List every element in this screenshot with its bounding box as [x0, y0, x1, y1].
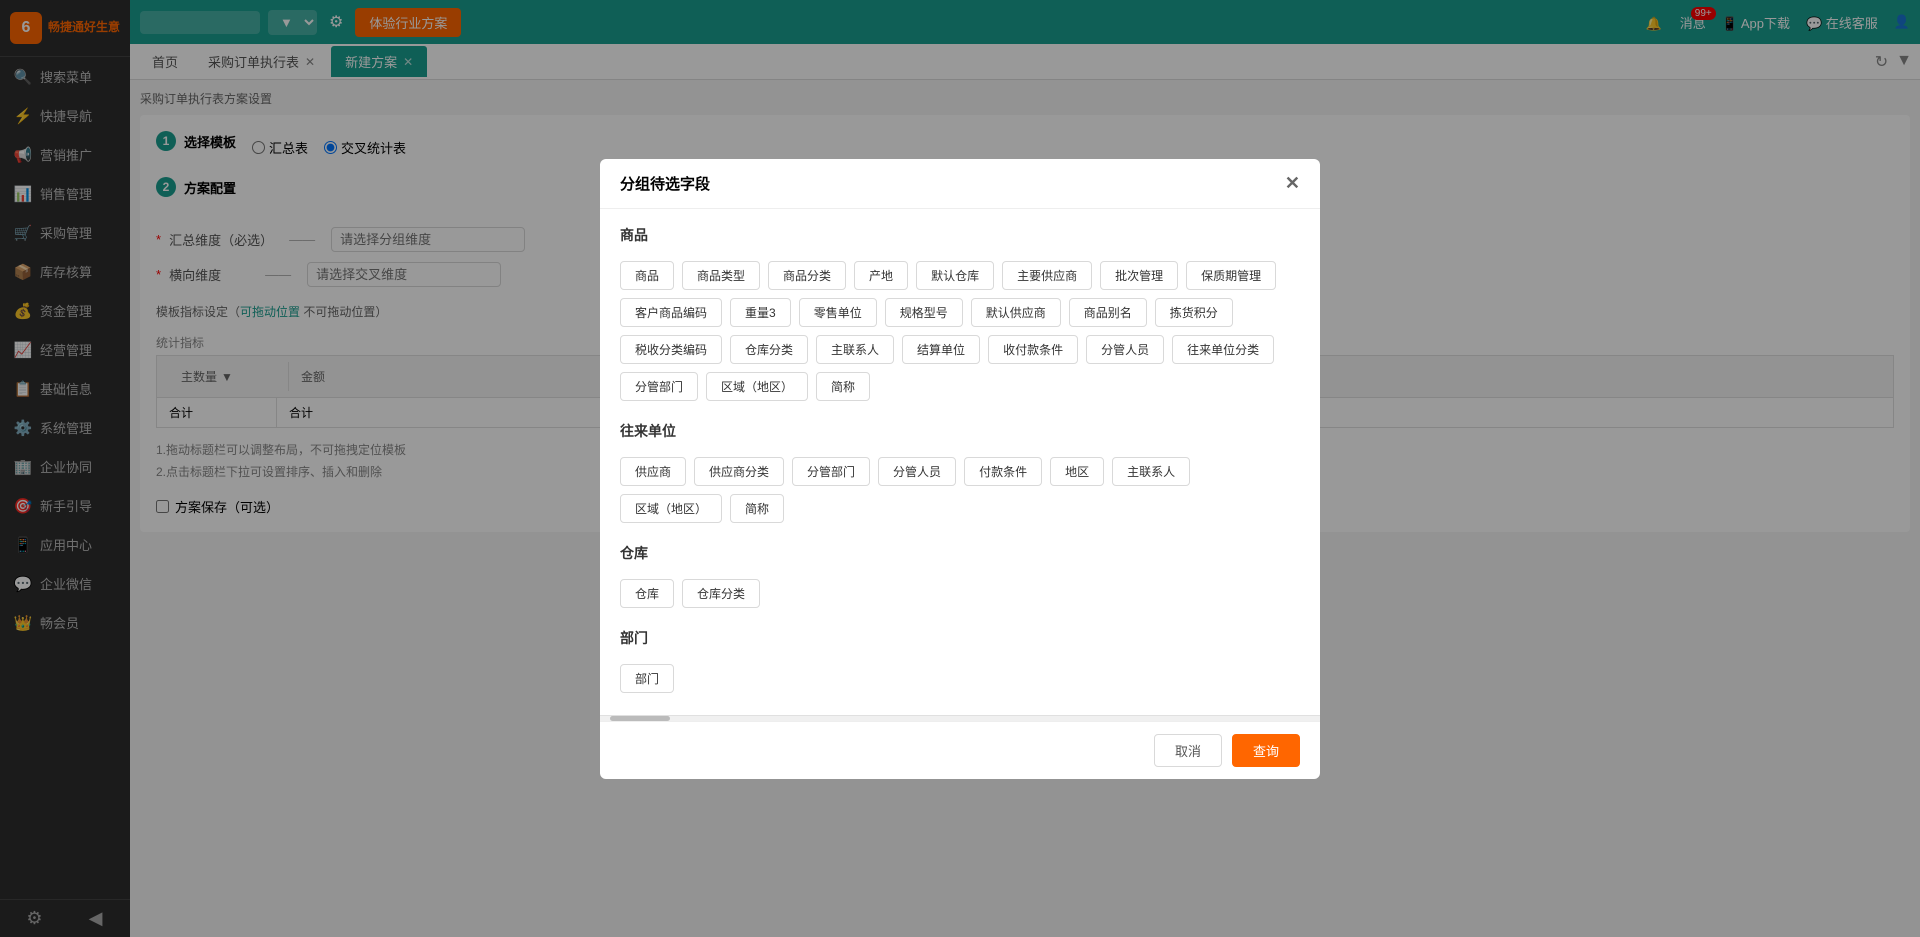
chip-region2[interactable]: 区域（地区） [620, 494, 722, 523]
chip-partner-dept[interactable]: 分管部门 [792, 457, 870, 486]
section-product-title: 商品 [620, 225, 1300, 251]
chip-tax-code[interactable]: 税收分类编码 [620, 335, 722, 364]
chip-warehouse-cat2[interactable]: 仓库分类 [682, 579, 760, 608]
chip-product-type[interactable]: 商品类型 [682, 261, 760, 290]
chip-dept[interactable]: 分管部门 [620, 372, 698, 401]
chip-abbr[interactable]: 简称 [816, 372, 870, 401]
modal-footer: 取消 查询 [600, 721, 1320, 779]
chip-payment-terms[interactable]: 收付款条件 [988, 335, 1078, 364]
chip-product-category[interactable]: 商品分类 [768, 261, 846, 290]
field-select-modal: 分组待选字段 ✕ 商品 商品 商品类型 商品分类 产地 默认仓库 主要供应商 批… [600, 159, 1320, 779]
section-partner: 往来单位 供应商 供应商分类 分管部门 分管人员 付款条件 地区 主联系人 区域… [620, 421, 1300, 523]
chip-department[interactable]: 部门 [620, 664, 674, 693]
section-department-title: 部门 [620, 628, 1300, 654]
chip-weight3[interactable]: 重量3 [730, 298, 791, 327]
chip-partner-category[interactable]: 往来单位分类 [1172, 335, 1274, 364]
confirm-button[interactable]: 查询 [1232, 734, 1300, 767]
chip-batch-mgmt[interactable]: 批次管理 [1100, 261, 1178, 290]
section-warehouse-title: 仓库 [620, 543, 1300, 569]
chip-customer-code[interactable]: 客户商品编码 [620, 298, 722, 327]
chip-default-supplier[interactable]: 默认供应商 [971, 298, 1061, 327]
section-warehouse: 仓库 仓库 仓库分类 [620, 543, 1300, 608]
chip-main-supplier[interactable]: 主要供应商 [1002, 261, 1092, 290]
section-partner-chips: 供应商 供应商分类 分管部门 分管人员 付款条件 地区 主联系人 区域（地区） … [620, 457, 1300, 523]
chip-supervisor[interactable]: 分管人员 [1086, 335, 1164, 364]
section-department: 部门 部门 [620, 628, 1300, 693]
cancel-button[interactable]: 取消 [1154, 734, 1222, 767]
chip-product[interactable]: 商品 [620, 261, 674, 290]
scrollbar-thumb [610, 716, 670, 721]
modal-body[interactable]: 商品 商品 商品类型 商品分类 产地 默认仓库 主要供应商 批次管理 保质期管理… [600, 209, 1320, 715]
chip-supplier-cat[interactable]: 供应商分类 [694, 457, 784, 486]
chip-warehouse-cat[interactable]: 仓库分类 [730, 335, 808, 364]
section-warehouse-chips: 仓库 仓库分类 [620, 579, 1300, 608]
modal-close-btn[interactable]: ✕ [1285, 173, 1300, 194]
modal-title: 分组待选字段 [620, 173, 710, 194]
chip-supplier[interactable]: 供应商 [620, 457, 686, 486]
chip-retail-unit[interactable]: 零售单位 [799, 298, 877, 327]
modal-header: 分组待选字段 ✕ [600, 159, 1320, 209]
chip-partner-supervisor[interactable]: 分管人员 [878, 457, 956, 486]
modal-overlay: 分组待选字段 ✕ 商品 商品 商品类型 商品分类 产地 默认仓库 主要供应商 批… [0, 0, 1920, 937]
section-product: 商品 商品 商品类型 商品分类 产地 默认仓库 主要供应商 批次管理 保质期管理… [620, 225, 1300, 401]
chip-payment-cond[interactable]: 付款条件 [964, 457, 1042, 486]
chip-main-contact[interactable]: 主联系人 [816, 335, 894, 364]
chip-warehouse[interactable]: 仓库 [620, 579, 674, 608]
modal-horizontal-scrollbar[interactable] [600, 715, 1320, 721]
chip-region[interactable]: 区域（地区） [706, 372, 808, 401]
chip-abbr2[interactable]: 简称 [730, 494, 784, 523]
section-partner-title: 往来单位 [620, 421, 1300, 447]
chip-origin[interactable]: 产地 [854, 261, 908, 290]
chip-main-contact2[interactable]: 主联系人 [1112, 457, 1190, 486]
section-department-chips: 部门 [620, 664, 1300, 693]
chip-quality-mgmt[interactable]: 保质期管理 [1186, 261, 1276, 290]
section-product-chips: 商品 商品类型 商品分类 产地 默认仓库 主要供应商 批次管理 保质期管理 客户… [620, 261, 1300, 401]
chip-spec-model[interactable]: 规格型号 [885, 298, 963, 327]
chip-pick-score[interactable]: 拣货积分 [1155, 298, 1233, 327]
chip-settlement-unit[interactable]: 结算单位 [902, 335, 980, 364]
chip-default-warehouse[interactable]: 默认仓库 [916, 261, 994, 290]
chip-product-alias[interactable]: 商品别名 [1069, 298, 1147, 327]
chip-area[interactable]: 地区 [1050, 457, 1104, 486]
